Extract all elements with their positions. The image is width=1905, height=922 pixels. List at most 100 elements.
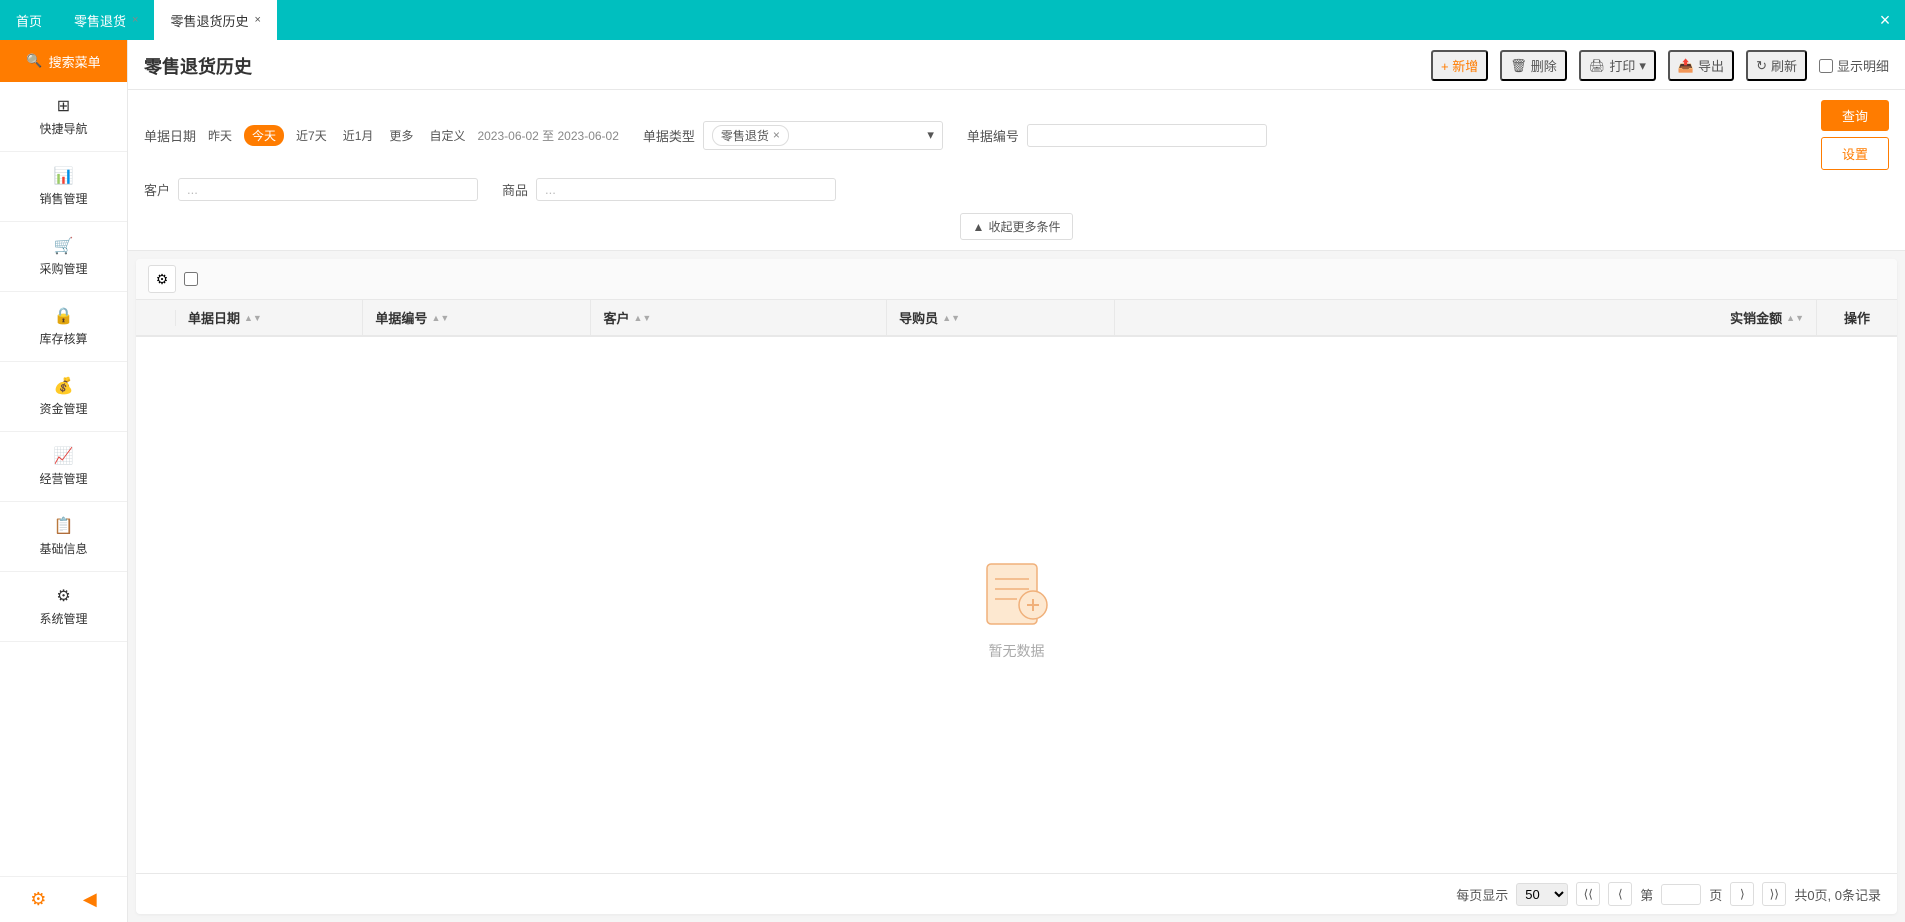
empty-illustration	[977, 549, 1057, 629]
collapse-sidebar-icon[interactable]: ◀	[83, 889, 97, 910]
th-guide-label: 导购员	[899, 308, 938, 327]
page-header: 零售退货历史 + 新增 🗑 删除 🖨 打印 ▾ 📤 导出 ↻	[128, 40, 1905, 90]
doc-num-input[interactable]	[1027, 124, 1267, 147]
sidebar-item-quick-nav[interactable]: ⊞ 快捷导航	[0, 82, 127, 152]
goods-input[interactable]: ...	[536, 178, 836, 201]
th-customer-label: 客户	[603, 308, 629, 327]
total-records: 共0页, 0条记录	[1794, 885, 1881, 904]
th-amount[interactable]: 实销金额 ▲▼	[1115, 300, 1817, 335]
th-guide-sort-icon: ▲▼	[942, 313, 960, 323]
nav-tabs: 首页 零售退货 × 零售退货历史 ×	[0, 0, 1865, 40]
th-date-label: 单据日期	[188, 308, 240, 327]
print-button[interactable]: 🖨 打印 ▾	[1579, 50, 1656, 81]
date-btn-7days[interactable]: 近7天	[292, 125, 331, 146]
th-action-label: 操作	[1844, 308, 1870, 327]
sidebar: 🔍 搜索菜单 ⊞ 快捷导航 📊 销售管理 🛒 采购管理 🔒 库存核算 💰 资金管…	[0, 40, 128, 922]
sidebar-item-system[interactable]: ⚙ 系统管理	[0, 572, 127, 642]
table-area: ⚙ 单据日期 ▲▼ 单据编号 ▲▼ 客户 ▲▼ 导购员	[136, 259, 1897, 914]
filter-settings-button[interactable]: 设置	[1821, 137, 1889, 170]
sidebar-item-label-finance: 资金管理	[39, 400, 87, 417]
new-button[interactable]: + 新增	[1431, 50, 1488, 81]
doc-type-tag: 零售退货 ×	[712, 125, 789, 146]
doc-type-tag-remove[interactable]: ×	[773, 128, 780, 142]
page-last-button[interactable]: ⟩⟩	[1762, 882, 1786, 906]
th-num-label: 单据编号	[375, 308, 427, 327]
th-num[interactable]: 单据编号 ▲▼	[363, 300, 591, 335]
date-filter: 单据日期 昨天 今天 近7天 近1月 更多 自定义 2023-06-02 至 2…	[144, 125, 619, 146]
tab-return-label: 零售退货	[74, 11, 126, 30]
page-prev-button[interactable]: ⟨	[1608, 882, 1632, 906]
tab-return-close[interactable]: ×	[132, 14, 138, 26]
doc-type-label: 单据类型	[643, 126, 695, 145]
page-size-select[interactable]: 10 20 50 100	[1516, 883, 1568, 906]
sidebar-item-finance[interactable]: 💰 资金管理	[0, 362, 127, 432]
page-size-label: 每页显示	[1456, 885, 1508, 904]
print-label: 打印	[1609, 56, 1635, 75]
table-settings-button[interactable]: ⚙	[148, 265, 176, 293]
sidebar-item-inventory[interactable]: 🔒 库存核算	[0, 292, 127, 362]
page-first-button[interactable]: ⟨⟨	[1576, 882, 1600, 906]
show-detail-checkbox[interactable]	[1819, 59, 1833, 73]
filter-row-2: 客户 ... 商品 ...	[144, 178, 1889, 201]
refresh-button[interactable]: ↻ 刷新	[1746, 50, 1807, 81]
print-dropdown-icon: ▾	[1639, 58, 1646, 74]
doc-type-select[interactable]: 零售退货 × ▾	[703, 121, 943, 150]
date-btn-yesterday[interactable]: 昨天	[204, 125, 236, 146]
show-detail-label: 显示明细	[1837, 56, 1889, 75]
settings-bottom-icon[interactable]: ⚙	[30, 889, 46, 910]
query-button[interactable]: 查询	[1821, 100, 1889, 131]
doc-num-label: 单据编号	[967, 126, 1019, 145]
page-next-button[interactable]: ⟩	[1730, 882, 1754, 906]
goods-filter: 商品 ...	[502, 178, 836, 201]
sidebar-item-purchase-mgmt[interactable]: 🛒 采购管理	[0, 222, 127, 292]
table-toolbar: ⚙	[136, 259, 1897, 300]
search-menu-button[interactable]: 🔍 搜索菜单	[0, 40, 127, 82]
sidebar-item-label-basic: 基础信息	[39, 540, 87, 557]
date-btn-more[interactable]: 更多	[385, 125, 417, 146]
th-customer[interactable]: 客户 ▲▼	[591, 300, 887, 335]
collapse-label: 收起更多条件	[988, 218, 1060, 235]
customer-placeholder: ...	[187, 182, 198, 197]
sidebar-item-label-system: 系统管理	[39, 610, 87, 627]
tab-return-history-close[interactable]: ×	[254, 14, 260, 26]
query-settings-group: 查询 设置	[1821, 100, 1889, 170]
customer-filter: 客户 ...	[144, 178, 478, 201]
tab-home[interactable]: 首页	[0, 0, 58, 40]
purchase-mgmt-icon: 🛒	[54, 236, 74, 256]
date-btn-today[interactable]: 今天	[244, 125, 284, 146]
th-guide[interactable]: 导购员 ▲▼	[887, 300, 1115, 335]
collapse-button[interactable]: ▲ 收起更多条件	[960, 213, 1074, 240]
th-num-sort-icon: ▲▼	[431, 313, 449, 323]
date-btn-custom[interactable]: 自定义	[425, 125, 469, 146]
window-close-button[interactable]: ×	[1865, 0, 1905, 40]
sidebar-item-label-operations: 经营管理	[39, 470, 87, 487]
th-date-sort-icon: ▲▼	[244, 313, 262, 323]
doc-type-chevron-icon: ▾	[927, 127, 934, 143]
doc-type-filter: 单据类型 零售退货 × ▾	[643, 121, 943, 150]
sidebar-item-operations[interactable]: 📈 经营管理	[0, 432, 127, 502]
main-area: 🔍 搜索菜单 ⊞ 快捷导航 📊 销售管理 🛒 采购管理 🔒 库存核算 💰 资金管…	[0, 40, 1905, 922]
th-date[interactable]: 单据日期 ▲▼	[176, 300, 363, 335]
select-all-checkbox[interactable]	[184, 272, 198, 286]
table-header: 单据日期 ▲▼ 单据编号 ▲▼ 客户 ▲▼ 导购员 ▲▼ 实销金额 ▲▼	[136, 300, 1897, 337]
sidebar-item-sales-mgmt[interactable]: 📊 销售管理	[0, 152, 127, 222]
delete-button[interactable]: 🗑 删除	[1500, 50, 1567, 81]
delete-label: 删除	[1531, 56, 1557, 75]
sidebar-item-basic-info[interactable]: 📋 基础信息	[0, 502, 127, 572]
customer-input[interactable]: ...	[178, 178, 478, 201]
doc-type-tag-value: 零售退货	[721, 127, 769, 144]
tab-return-history[interactable]: 零售退货历史 ×	[154, 0, 276, 40]
page-unit: 页	[1709, 885, 1722, 904]
collapse-up-icon: ▲	[973, 220, 985, 234]
tab-home-label: 首页	[16, 11, 42, 30]
date-filter-buttons: 昨天 今天 近7天 近1月 更多 自定义	[204, 125, 469, 146]
goods-label: 商品	[502, 180, 528, 199]
tab-return[interactable]: 零售退货 ×	[58, 0, 154, 40]
tab-return-history-label: 零售退货历史	[170, 11, 248, 30]
export-button[interactable]: 📤 导出	[1668, 50, 1734, 81]
date-btn-1month[interactable]: 近1月	[339, 125, 378, 146]
date-range-display: 2023-06-02 至 2023-06-02	[477, 127, 618, 144]
page-number-input[interactable]: 1	[1661, 884, 1701, 905]
th-check	[136, 310, 176, 326]
page-label: 第	[1640, 885, 1653, 904]
